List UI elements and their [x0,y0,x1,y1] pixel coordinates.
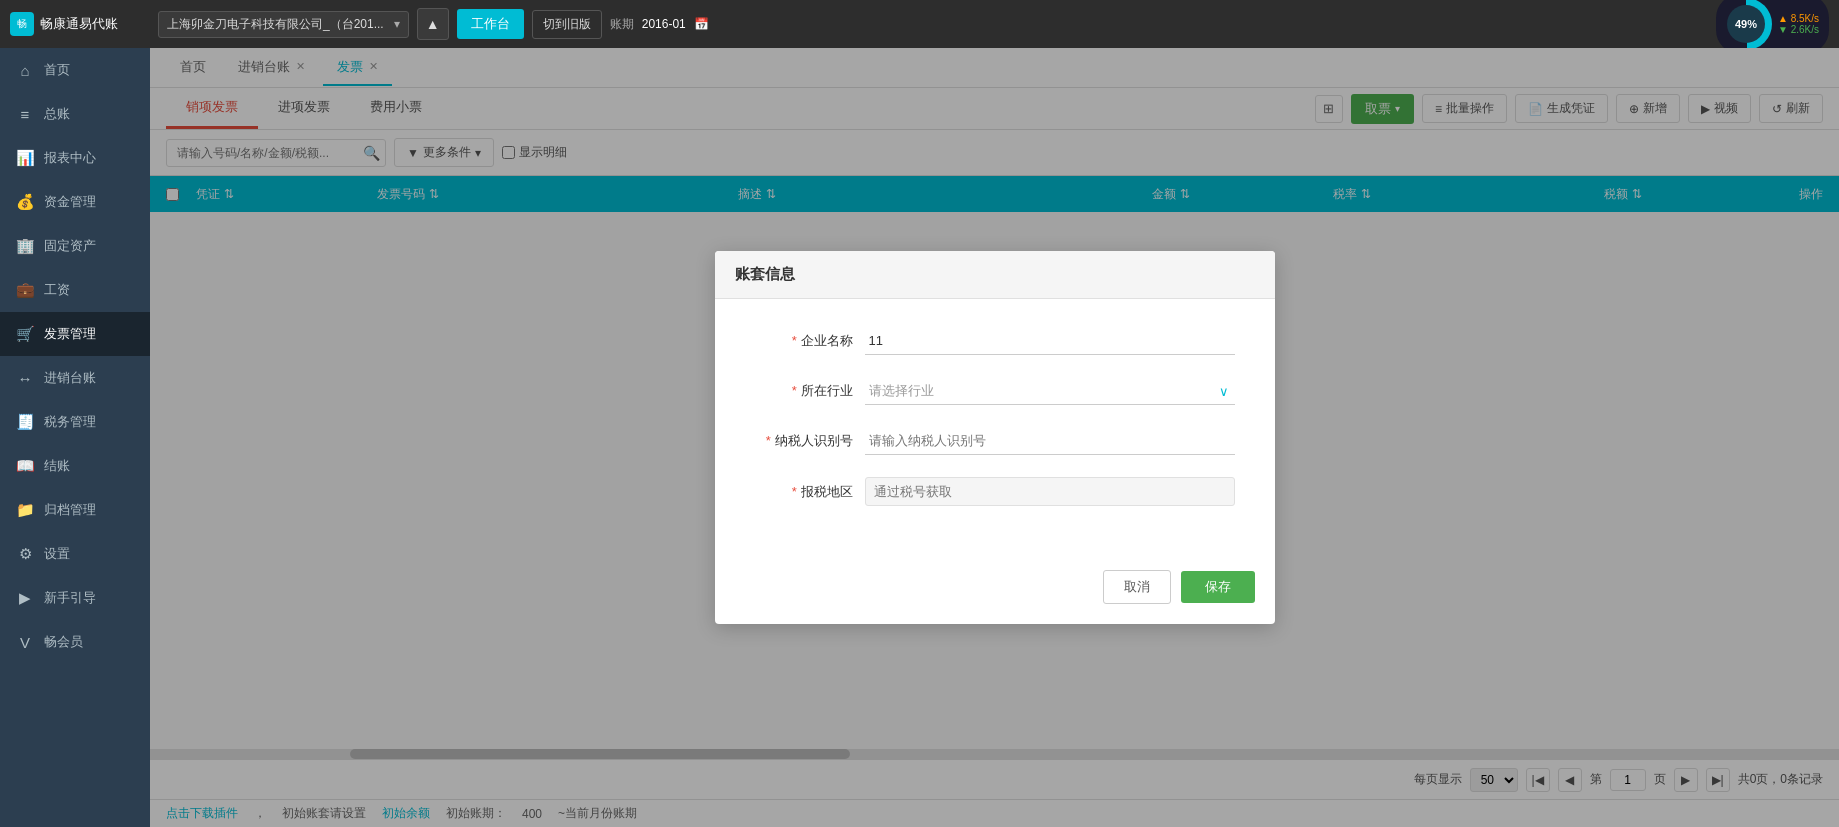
sidebar-item-member[interactable]: V 畅会员 [0,620,150,664]
sidebar-label-archive: 归档管理 [44,501,96,519]
speed-info: ▲ 8.5K/s ▼ 2.6K/s [1778,13,1819,35]
sidebar-item-closebook[interactable]: 📖 结账 [0,444,150,488]
sidebar-label-member: 畅会员 [44,633,83,651]
sidebar-item-tax[interactable]: 🧾 税务管理 [0,400,150,444]
sidebar-item-ledger[interactable]: ≡ 总账 [0,92,150,136]
network-widget: 49% ▲ 8.5K/s ▼ 2.6K/s [1716,0,1829,54]
taxid-label-text: 纳税人识别号 [775,433,853,448]
sidebar-item-asset[interactable]: 🏢 固定资产 [0,224,150,268]
modal-footer: 取消 保存 [715,556,1275,624]
taxregion-label-text: 报税地区 [801,484,853,499]
sidebar-label-salary: 工资 [44,281,70,299]
asset-icon: 🏢 [16,237,34,255]
industry-select-wrap: 请选择行业 [865,377,1235,405]
percent-inner: 49% [1727,5,1765,43]
required-star-2: * [792,383,797,398]
sidebar-label-home: 首页 [44,61,70,79]
sidebar: ⌂ 首页 ≡ 总账 📊 报表中心 💰 资金管理 🏢 固定资产 💼 工资 🛒 发票… [0,48,150,827]
sidebar-label-tax: 税务管理 [44,413,96,431]
sidebar-item-trade[interactable]: ↔ 进销台账 [0,356,150,400]
enterprise-label-text: 企业名称 [801,333,853,348]
trade-icon: ↔ [16,370,34,387]
period-value: 2016-01 [642,17,686,31]
form-row-industry: * 所在行业 请选择行业 [755,377,1235,405]
workbench-button[interactable]: 工作台 [457,9,524,39]
top-bar-right: 49% ▲ 8.5K/s ▼ 2.6K/s [1716,0,1829,54]
required-star-3: * [766,433,771,448]
sidebar-label-asset: 固定资产 [44,237,96,255]
archive-icon: 📁 [16,501,34,519]
home-icon: ⌂ [16,62,34,79]
report-icon: 📊 [16,149,34,167]
industry-label: * 所在行业 [755,382,865,400]
cancel-button[interactable]: 取消 [1103,570,1171,604]
sidebar-label-settings: 设置 [44,545,70,563]
required-star-4: * [792,484,797,499]
app-logo: 畅 畅康通易代账 [10,12,150,36]
sidebar-item-home[interactable]: ⌂ 首页 [0,48,150,92]
sidebar-item-guide[interactable]: ▶ 新手引导 [0,576,150,620]
enterprise-label: * 企业名称 [755,332,865,350]
industry-select[interactable]: 请选择行业 [865,377,1235,405]
settings-icon: ⚙ [16,545,34,563]
logo-icon: 畅 [10,12,34,36]
speed-up: ▲ 8.5K/s [1778,13,1819,24]
form-row-taxid: * 纳税人识别号 [755,427,1235,455]
fund-icon: 💰 [16,193,34,211]
form-row-taxregion: * 报税地区 [755,477,1235,506]
sidebar-label-guide: 新手引导 [44,589,96,607]
content-area: 首页 进销台账 ✕ 发票 ✕ 销项发票 进项发票 费用小票 [150,48,1839,827]
app-name: 畅康通易代账 [40,15,118,33]
guide-icon: ▶ [16,589,34,607]
taxid-label: * 纳税人识别号 [755,432,865,450]
sidebar-item-fund[interactable]: 💰 资金管理 [0,180,150,224]
taxid-input[interactable] [865,427,1235,455]
ledger-icon: ≡ [16,106,34,123]
modal-overlay: 账套信息 * 企业名称 * 所在行 [150,48,1839,827]
speed-down: ▼ 2.6K/s [1778,24,1819,35]
sidebar-label-trade: 进销台账 [44,369,96,387]
period-info: 账期 2016-01 📅 [610,16,709,33]
account-info-modal: 账套信息 * 企业名称 * 所在行 [715,251,1275,624]
company-selector[interactable]: 上海卯金刀电子科技有限公司_（台201... [158,11,409,38]
old-version-button[interactable]: 切到旧版 [532,10,602,39]
save-button[interactable]: 保存 [1181,571,1255,603]
required-star: * [792,333,797,348]
sidebar-label-fund: 资金管理 [44,193,96,211]
main-layout: ⌂ 首页 ≡ 总账 📊 报表中心 💰 资金管理 🏢 固定资产 💼 工资 🛒 发票… [0,48,1839,827]
taxregion-label: * 报税地区 [755,483,865,501]
sidebar-item-settings[interactable]: ⚙ 设置 [0,532,150,576]
percent-text: 49% [1735,18,1757,30]
industry-label-text: 所在行业 [801,383,853,398]
salary-icon: 💼 [16,281,34,299]
sidebar-label-closebook: 结账 [44,457,70,475]
modal-body: * 企业名称 * 所在行业 请选择行业 [715,299,1275,556]
sidebar-item-salary[interactable]: 💼 工资 [0,268,150,312]
form-row-enterprise: * 企业名称 [755,327,1235,355]
upload-button[interactable]: ▲ [417,8,449,40]
sidebar-item-report[interactable]: 📊 报表中心 [0,136,150,180]
sidebar-label-ledger: 总账 [44,105,70,123]
modal-header: 账套信息 [715,251,1275,299]
tax-icon: 🧾 [16,413,34,431]
modal-title: 账套信息 [735,265,795,282]
period-label: 账期 [610,16,634,33]
sidebar-item-invoice[interactable]: 🛒 发票管理 [0,312,150,356]
taxregion-input [865,477,1235,506]
top-bar: 畅 畅康通易代账 上海卯金刀电子科技有限公司_（台201... ▲ 工作台 切到… [0,0,1839,48]
enterprise-input[interactable] [865,327,1235,355]
member-icon: V [16,634,34,651]
percent-circle: 49% [1720,0,1772,50]
sidebar-label-invoice: 发票管理 [44,325,96,343]
close-book-icon: 📖 [16,457,34,475]
calendar-icon[interactable]: 📅 [694,17,709,31]
invoice-icon: 🛒 [16,325,34,343]
company-name: 上海卯金刀电子科技有限公司_（台201... [167,16,384,33]
sidebar-item-archive[interactable]: 📁 归档管理 [0,488,150,532]
sidebar-label-report: 报表中心 [44,149,96,167]
